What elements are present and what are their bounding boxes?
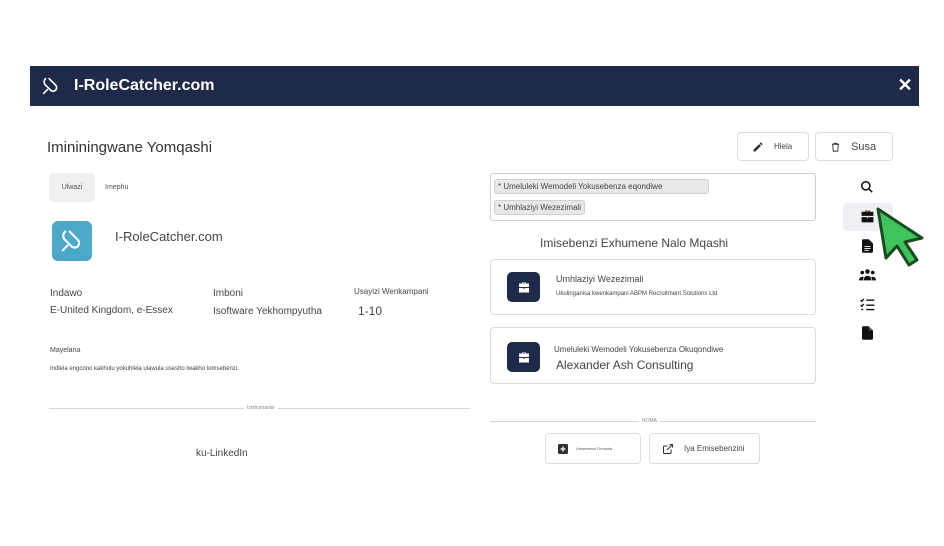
page: I-RoleCatcher.com ✕ Imininingwane Yomqas… xyxy=(0,0,944,546)
linkedin-link[interactable]: ku-LinkedIn xyxy=(196,448,248,459)
detail-tabs: Ulwazi Imephu xyxy=(49,173,128,202)
briefcase-icon xyxy=(507,342,540,372)
job-card[interactable]: Umeluleki Wemodeli Yokusebenza Okuqondiw… xyxy=(490,327,816,384)
trash-icon xyxy=(831,142,840,152)
page-title: Imininingwane Yomqashi xyxy=(47,139,213,156)
job-title: Umhlaziyi Wezezimali xyxy=(556,274,644,284)
industry-label: Imboni xyxy=(213,288,244,299)
tab-info[interactable]: Ulwazi xyxy=(49,173,95,202)
external-link-icon xyxy=(662,443,674,454)
industry-value: Isoftware Yekhompyutha xyxy=(213,306,322,317)
brand-name[interactable]: I-RoleCatcher.com xyxy=(74,77,214,95)
company-logo xyxy=(52,221,92,261)
job-company: Alexander Ash Consulting xyxy=(556,358,694,372)
social-divider-label: Izixhumanisi xyxy=(244,405,278,411)
related-jobs-title: Imisebenzi Exhumene Nalo Mqashi xyxy=(540,236,729,250)
edit-button[interactable]: Hlela xyxy=(737,132,809,161)
pointer-cursor-icon xyxy=(872,205,930,272)
rolecatcher-logo-icon xyxy=(61,230,81,252)
create-job-button[interactable]: Umsebenzi Omusha xyxy=(545,433,641,464)
job-card[interactable]: Umhlaziyi Wezezimali Ukulinganisa kwenka… xyxy=(490,259,816,315)
create-job-label: Umsebenzi Omusha xyxy=(576,446,613,451)
location-value: E-United Kingdom, e-Essex xyxy=(50,305,173,316)
view-jobs-label: Iya Emisebenzini xyxy=(684,444,745,453)
rolecatcher-logo-icon xyxy=(38,73,64,99)
company-size-label: Usayizi Wenkampani xyxy=(354,287,429,296)
delete-button[interactable]: Susa xyxy=(815,132,893,161)
company-name: I-RoleCatcher.com xyxy=(115,229,223,244)
job-company: Ukulinganisa kwenkampani ABPM Recruitmen… xyxy=(556,291,718,297)
checklist-icon[interactable] xyxy=(856,293,878,315)
search-icon[interactable] xyxy=(856,176,878,198)
briefcase-icon xyxy=(507,272,540,302)
plus-box-icon xyxy=(558,443,568,454)
about-label: Mayelana xyxy=(50,347,81,354)
tab-map[interactable]: Imephu xyxy=(105,184,128,191)
or-divider-label: NOMA xyxy=(639,418,660,424)
about-text: Indlela engcono kakhulu yokuhlela ulawul… xyxy=(50,366,239,372)
app-header: I-RoleCatcher.com ✕ xyxy=(30,66,919,106)
company-size-value: 1-10 xyxy=(358,304,383,318)
file-icon[interactable] xyxy=(856,322,878,344)
pencil-icon xyxy=(753,141,763,151)
tag-chip[interactable]: * Umeluleki Wemodeli Yokusebenza eqondiw… xyxy=(494,179,709,194)
view-jobs-button[interactable]: Iya Emisebenzini xyxy=(649,433,760,464)
tag-chip[interactable]: * Umhlaziyi Wezezimali xyxy=(494,200,585,215)
delete-label: Susa xyxy=(851,140,877,153)
location-label: Indawo xyxy=(50,288,83,299)
job-title: Umeluleki Wemodeli Yokusebenza Okuqondiw… xyxy=(554,345,724,354)
edit-label: Hlela xyxy=(774,142,793,151)
job-tags-field[interactable]: * Umeluleki Wemodeli Yokusebenza eqondiw… xyxy=(490,173,816,221)
close-icon[interactable]: ✕ xyxy=(895,75,915,95)
